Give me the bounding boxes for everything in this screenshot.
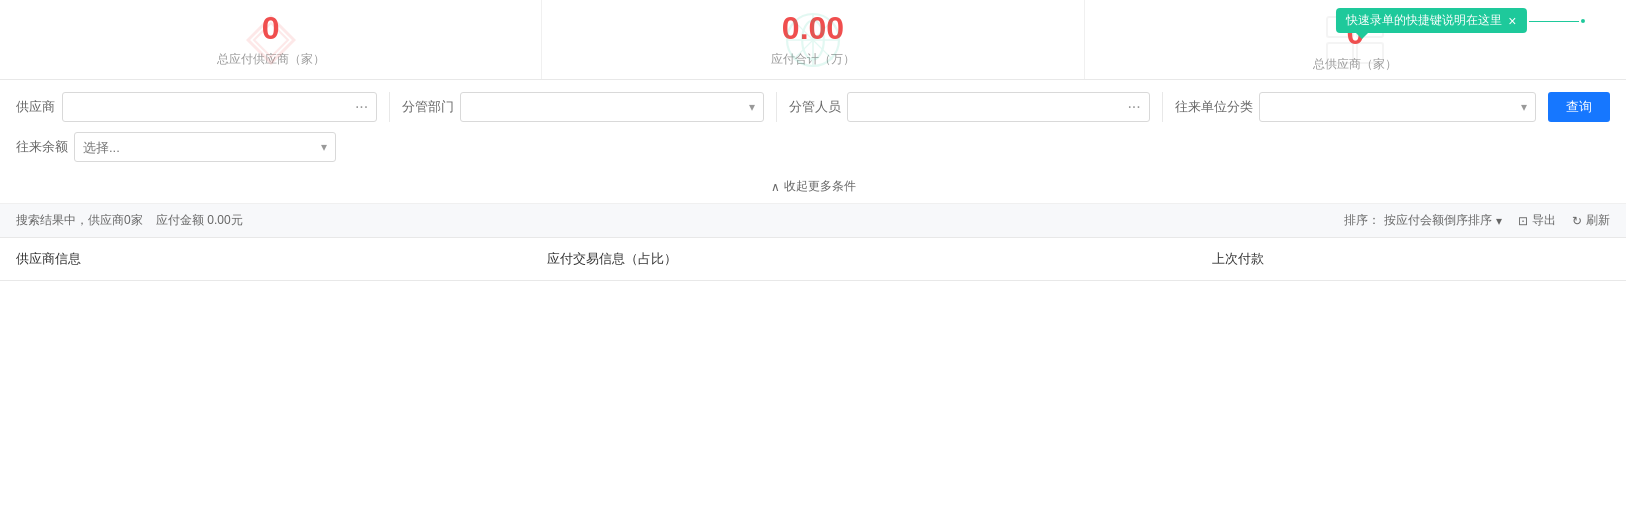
supplier-input[interactable] [71,100,355,115]
balance-chevron-icon[interactable]: ▾ [321,140,327,154]
supplier-input-wrap[interactable]: ··· [62,92,377,122]
tooltip-close-btn[interactable]: × [1508,14,1516,28]
empty-table-area [0,281,1626,515]
divider-3 [1162,92,1163,122]
search-bar: 供应商 ··· 分管部门 ▾ 分管人员 ··· [0,80,1626,204]
balance-field: 往来余额 ▾ [16,132,336,162]
person-field: 分管人员 ··· [789,92,1150,122]
tooltip-line [1528,21,1582,22]
tooltip-dot [1578,17,1586,25]
person-dots-btn[interactable]: ··· [1127,98,1140,116]
refresh-label: 刷新 [1586,212,1610,229]
stat-total-suppliers: 快速录单的快捷键说明在这里 × 0 总供应商（家） [1085,0,1626,79]
unit-category-field: 往来单位分类 ▾ [1175,92,1536,122]
export-button[interactable]: ⊡ 导出 [1518,212,1556,229]
unit-category-input[interactable] [1268,100,1521,115]
balance-input[interactable] [83,140,321,155]
tooltip-text: 快速录单的快捷键说明在这里 [1346,12,1502,29]
col-transaction-header: 应付交易信息（占比） [547,250,1211,268]
query-button[interactable]: 查询 [1548,92,1610,122]
balance-label: 往来余额 [16,138,68,156]
person-label: 分管人员 [789,98,841,116]
supplier-dots-btn[interactable]: ··· [355,98,368,116]
department-chevron-icon[interactable]: ▾ [749,100,755,114]
balance-input-wrap[interactable]: ▾ [74,132,336,162]
search-row-1: 供应商 ··· 分管部门 ▾ 分管人员 ··· [16,92,1610,122]
person-input[interactable] [856,100,1128,115]
collapse-bar[interactable]: ∧ 收起更多条件 [16,172,1610,203]
department-input-wrap[interactable]: ▾ [460,92,763,122]
person-input-wrap[interactable]: ··· [847,92,1150,122]
shortcut-tooltip: 快速录单的快捷键说明在这里 × [1336,8,1526,33]
diamond-icon [246,15,296,65]
export-label: 导出 [1532,212,1556,229]
collapse-button[interactable]: ∧ 收起更多条件 [771,178,856,195]
svg-rect-10 [1327,43,1353,63]
refresh-icon: ↻ [1572,214,1582,228]
svg-rect-11 [1357,43,1383,63]
unit-category-chevron-icon[interactable]: ▾ [1521,100,1527,114]
search-row-2: 往来余额 ▾ [16,132,336,162]
col-supplier-header: 供应商信息 [16,250,547,268]
department-field: 分管部门 ▾ [402,92,763,122]
result-actions: 排序： 按应付会额倒序排序 ▾ ⊡ 导出 ↻ 刷新 [1344,212,1610,229]
department-label: 分管部门 [402,98,454,116]
result-amount: 应付金额 0.00元 [156,213,243,227]
unit-category-label: 往来单位分类 [1175,98,1253,116]
unit-category-input-wrap[interactable]: ▾ [1259,92,1536,122]
col-lastpay-header: 上次付款 [1212,250,1611,268]
sort-chevron-icon: ▾ [1496,214,1502,228]
table-header: 供应商信息 应付交易信息（占比） 上次付款 [0,238,1626,281]
supplier-label: 供应商 [16,98,56,116]
department-input[interactable] [469,100,748,115]
result-bar: 搜索结果中，供应商0家 应付金额 0.00元 排序： 按应付会额倒序排序 ▾ ⊡… [0,204,1626,238]
divider-2 [776,92,777,122]
stats-bar: 0 总应付供应商（家） 0.00 应付合计（万） 快速录单的快捷键说明在这里 × [0,0,1626,80]
result-supplier-count: 搜索结果中，供应商0家 [16,213,143,227]
stat-payable-total: 0.00 应付合计（万） [542,0,1084,79]
sort-label: 排序： [1344,212,1380,229]
sort-value: 按应付会额倒序排序 [1384,212,1492,229]
sort-select[interactable]: 排序： 按应付会额倒序排序 ▾ [1344,212,1502,229]
refresh-button[interactable]: ↻ 刷新 [1572,212,1610,229]
collapse-up-icon: ∧ [771,180,780,194]
supplier-field: 供应商 ··· [16,92,377,122]
collapse-label: 收起更多条件 [784,178,856,195]
rice-icon [780,7,845,72]
export-icon: ⊡ [1518,214,1528,228]
stat-total-payable-suppliers: 0 总应付供应商（家） [0,0,542,79]
result-info: 搜索结果中，供应商0家 应付金额 0.00元 [16,212,243,229]
divider-1 [389,92,390,122]
